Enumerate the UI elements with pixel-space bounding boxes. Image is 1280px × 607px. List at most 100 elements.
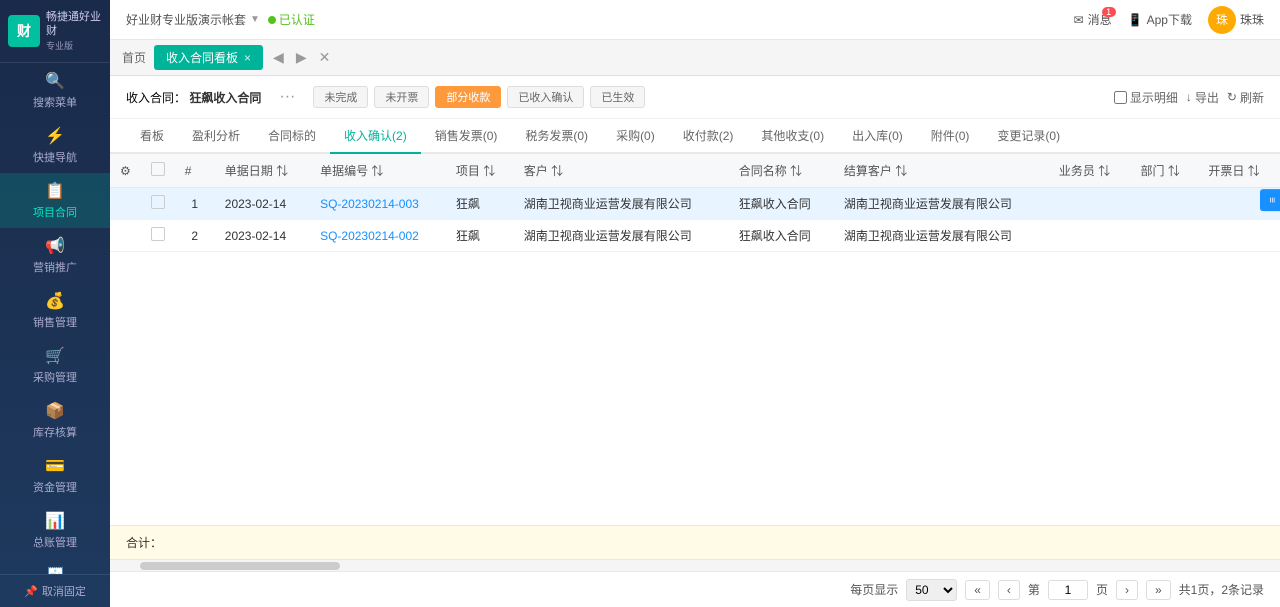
user-profile[interactable]: 珠 珠珠 (1208, 6, 1264, 34)
sub-tab-4[interactable]: 销售发票(0) (421, 119, 512, 154)
th-settings[interactable]: ⚙ (110, 154, 141, 188)
td-code-0[interactable]: SQ-20230214-003 (310, 188, 446, 220)
table-row[interactable]: 2 2023-02-14 SQ-20230214-002 狂飙 湖南卫视商业运营… (110, 220, 1280, 252)
sidebar-item-project[interactable]: 📋项目合同 (0, 173, 110, 228)
td-project-0: 狂飙 (446, 188, 514, 220)
sub-tab-3[interactable]: 收入确认(2) (330, 119, 421, 154)
sidebar-icon-purchase: 🛒 (45, 346, 65, 366)
sidebar-item-sales[interactable]: 💰销售管理 (0, 283, 110, 338)
tab-close-all-button[interactable]: ✕ (317, 47, 333, 68)
tab-prev-button[interactable]: ◀ (271, 47, 286, 68)
message-icon: ✉ (1074, 13, 1084, 27)
per-page-select[interactable]: 50 100 200 (906, 579, 957, 601)
sidebar-item-search[interactable]: 🔍搜索菜单 (0, 63, 110, 118)
th-contract-name[interactable]: 合同名称 ⇅ (729, 154, 834, 188)
sidebar-item-invoice[interactable]: 🧾发票管理 (0, 558, 110, 574)
show-detail-label: 显示明细 (1130, 89, 1178, 106)
sub-tab-8[interactable]: 其他收支(0) (747, 119, 838, 154)
contract-title-prefix: 收入合同： (126, 91, 186, 105)
sub-tab-6[interactable]: 采购(0) (602, 119, 669, 154)
sidebar-label-quick: 快捷导航 (33, 149, 77, 165)
first-page-button[interactable]: « (965, 580, 990, 600)
message-button[interactable]: ✉ 消息 1 (1074, 11, 1112, 28)
active-tab-income-contract[interactable]: 收入合同看板 × (154, 45, 263, 70)
sidebar-item-account[interactable]: 📊总账管理 (0, 503, 110, 558)
td-code-1[interactable]: SQ-20230214-002 (310, 220, 446, 252)
status-btn-1[interactable]: 未开票 (374, 86, 429, 108)
sub-tab-1[interactable]: 盈利分析 (178, 119, 254, 154)
sidebar-item-purchase[interactable]: 🛒采购管理 (0, 338, 110, 393)
sidebar-item-quick[interactable]: ⚡快捷导航 (0, 118, 110, 173)
prev-page-button[interactable]: ‹ (998, 580, 1020, 600)
logo-icon: 财 (8, 15, 40, 47)
next-page-button[interactable]: › (1116, 580, 1138, 600)
sub-tab-0[interactable]: 看板 (126, 119, 178, 154)
more-options-button[interactable]: ··· (273, 88, 301, 106)
select-all-checkbox[interactable] (151, 162, 165, 176)
sidebar-item-fund[interactable]: 💳 资金管理 (0, 448, 110, 503)
sub-tab-7[interactable]: 收付款(2) (669, 119, 748, 154)
status-btn-2[interactable]: 部分收款 (435, 86, 501, 108)
sidebar-label-project: 项目合同 (33, 204, 77, 220)
status-btn-4[interactable]: 已生效 (590, 86, 645, 108)
th-checkbox[interactable] (141, 154, 175, 188)
row-checkbox-0[interactable] (151, 195, 165, 209)
sort-icon-salesperson: ⇅ (1098, 164, 1110, 178)
home-breadcrumb[interactable]: 首页 (122, 49, 146, 66)
export-button[interactable]: ↓ 导出 (1186, 89, 1219, 106)
refresh-button[interactable]: ↻ 刷新 (1227, 89, 1264, 106)
right-panel-toggle[interactable]: ≡ (1260, 189, 1280, 211)
topbar-right: ✉ 消息 1 📱 App下载 珠 珠珠 (1074, 6, 1264, 34)
sidebar-icon-fund: 💳 (45, 456, 65, 476)
status-btn-3[interactable]: 已收入确认 (507, 86, 584, 108)
sidebar-icon-search: 🔍 (45, 71, 65, 91)
th-code[interactable]: 单据编号 ⇅ (310, 154, 446, 188)
scrollbar-thumb[interactable] (140, 562, 340, 570)
row-checkbox-1[interactable] (151, 227, 165, 241)
sidebar-label-fund: 资金管理 (33, 479, 77, 495)
sidebar-icon-marketing: 📢 (45, 236, 65, 256)
sub-tab-5[interactable]: 税务发票(0) (511, 119, 602, 154)
app-download-button[interactable]: 📱 App下载 (1128, 11, 1192, 28)
sub-tab-2[interactable]: 合同标的 (254, 119, 330, 154)
status-btn-0[interactable]: 未完成 (313, 86, 368, 108)
td-customer-0: 湖南卫视商业运营发展有限公司 (514, 188, 729, 220)
th-customer[interactable]: 客户 ⇅ (514, 154, 729, 188)
table-row[interactable]: 1 2023-02-14 SQ-20230214-003 狂飙 湖南卫视商业运营… (110, 188, 1280, 220)
tab-bar: 首页 收入合同看板 × ◀ ▶ ✕ (110, 40, 1280, 76)
code-link-1[interactable]: SQ-20230214-002 (320, 229, 419, 243)
sort-icon-project: ⇅ (483, 164, 495, 178)
sidebar-item-marketing[interactable]: 📢营销推广 (0, 228, 110, 283)
tab-close-button[interactable]: × (244, 51, 251, 65)
income-confirm-table: ⚙ # 单据日期 ⇅ 单据编号 ⇅ 项目 ⇅ 客户 ⇅ 合同名称 ⇅ 结算客户 … (110, 154, 1280, 252)
code-link-0[interactable]: SQ-20230214-003 (320, 197, 419, 211)
certified-dot-icon (268, 16, 276, 24)
sub-tab-9[interactable]: 出入库(0) (838, 119, 917, 154)
table-area[interactable]: ⚙ # 单据日期 ⇅ 单据编号 ⇅ 项目 ⇅ 客户 ⇅ 合同名称 ⇅ 结算客户 … (110, 154, 1280, 525)
last-page-button[interactable]: » (1146, 580, 1171, 600)
show-detail-input[interactable] (1114, 91, 1127, 104)
sub-tab-10[interactable]: 附件(0) (917, 119, 984, 154)
th-open-date[interactable]: 开票日 ⇅ (1198, 154, 1280, 188)
tab-next-button[interactable]: ▶ (294, 47, 309, 68)
show-detail-checkbox[interactable]: 显示明细 (1114, 89, 1178, 106)
th-date[interactable]: 单据日期 ⇅ (215, 154, 310, 188)
certified-label: 已认证 (279, 11, 315, 28)
th-settle-customer[interactable]: 结算客户 ⇅ (834, 154, 1049, 188)
page-number-input[interactable] (1048, 580, 1088, 600)
sidebar-icon-stock: 📦 (45, 401, 65, 421)
sort-icon-code: ⇅ (371, 164, 383, 178)
th-salesperson[interactable]: 业务员 ⇅ (1049, 154, 1131, 188)
th-dept[interactable]: 部门 ⇅ (1130, 154, 1198, 188)
sort-icon-customer: ⇅ (551, 164, 563, 178)
sidebar-label-account: 总账管理 (33, 534, 77, 550)
sub-tab-11[interactable]: 变更记录(0) (983, 119, 1074, 154)
sidebar-item-stock[interactable]: 📦库存核算 (0, 393, 110, 448)
company-selector[interactable]: 好业财专业版演示帐套 ▼ (126, 11, 260, 28)
horizontal-scrollbar[interactable] (110, 559, 1280, 571)
sidebar-bottom-unpin[interactable]: 📌 取消固定 (0, 574, 110, 607)
settings-icon[interactable]: ⚙ (120, 164, 131, 178)
td-check-1[interactable] (141, 220, 175, 252)
th-project[interactable]: 项目 ⇅ (446, 154, 514, 188)
td-check-0[interactable] (141, 188, 175, 220)
